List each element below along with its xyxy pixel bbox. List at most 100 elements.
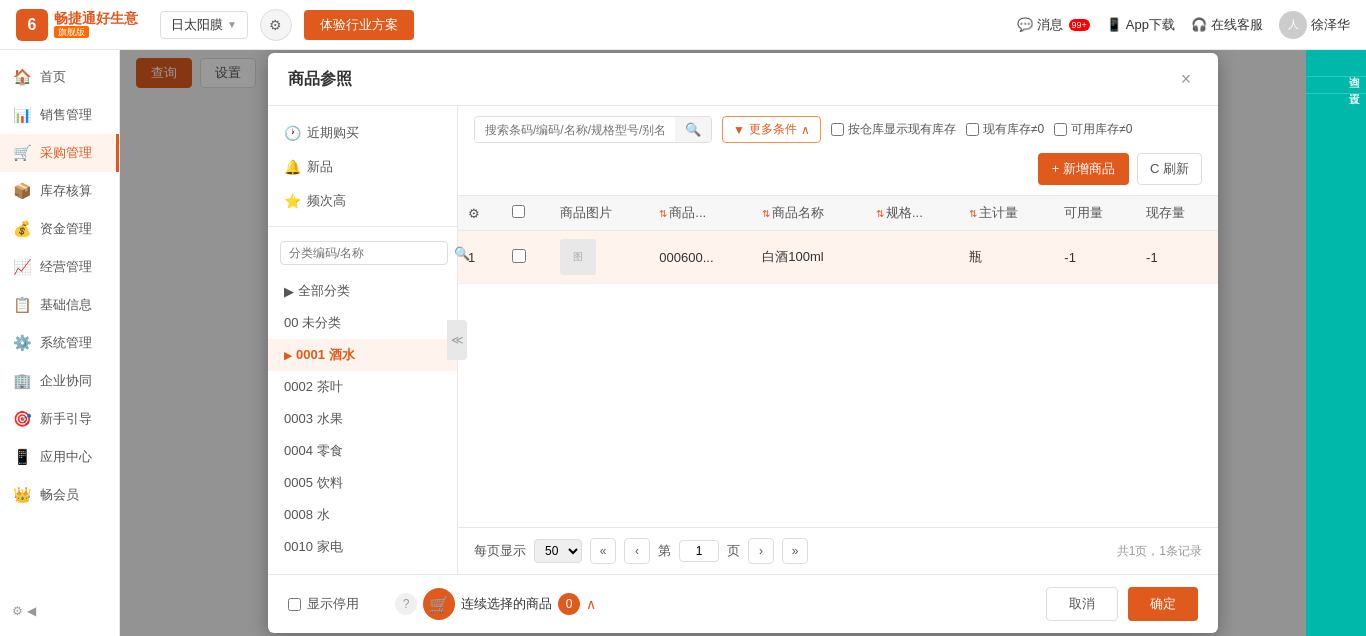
- sidebar-item-operations[interactable]: 📈 经营管理: [0, 248, 119, 286]
- stock-nonzero-checkbox[interactable]: [966, 123, 979, 136]
- category-0003[interactable]: 0003 水果: [268, 403, 457, 435]
- help-icon[interactable]: ?: [395, 593, 417, 615]
- category-0005[interactable]: 0005 饮料: [268, 467, 457, 499]
- warehouse-checkbox-group[interactable]: 按仓库显示现有库存: [831, 121, 956, 138]
- app-download-item[interactable]: 📱 App下载: [1106, 16, 1175, 34]
- category-0010[interactable]: 0010 家电: [268, 531, 457, 563]
- show-disabled-checkbox[interactable]: [288, 598, 301, 611]
- panel-collapse-btn[interactable]: ≪: [447, 320, 467, 360]
- show-disabled-label[interactable]: 显示停用: [288, 595, 359, 613]
- modal-close-btn[interactable]: ×: [1174, 67, 1198, 91]
- cell-checkbox[interactable]: [502, 231, 549, 284]
- cart-collapse-btn[interactable]: ∧: [586, 596, 596, 612]
- system-icon: ⚙️: [12, 334, 32, 352]
- sidebar-item-system[interactable]: ⚙️ 系统管理: [0, 324, 119, 362]
- refresh-btn[interactable]: C 刷新: [1137, 153, 1202, 185]
- quick-item-new[interactable]: 🔔 新品: [268, 150, 457, 184]
- teal-query-btn[interactable]: 查询: [1306, 60, 1366, 77]
- th-checkbox[interactable]: [502, 196, 549, 231]
- messages-item[interactable]: 💬 消息 99+: [1017, 16, 1090, 34]
- sidebar-item-basic-info[interactable]: 📋 基础信息: [0, 286, 119, 324]
- cell-spec: [866, 231, 959, 284]
- category-list: ▶ 全部分类 00 未分类 ▶ 0001 酒水 0002 茶: [268, 271, 457, 564]
- cell-code: 000600...: [649, 231, 752, 284]
- guide-icon: 🎯: [12, 410, 32, 428]
- sort-name-icon: ⇅: [762, 208, 770, 219]
- th-code[interactable]: ⇅ 商品...: [649, 196, 752, 231]
- cart-icon[interactable]: 🛒: [423, 588, 455, 620]
- row-checkbox[interactable]: [512, 249, 526, 263]
- table-row[interactable]: 1 图 000600... 白酒100ml: [458, 231, 1218, 284]
- message-badge: 99+: [1069, 19, 1090, 31]
- stock-nonzero-checkbox-group[interactable]: 现有库存≠0: [966, 121, 1044, 138]
- message-icon: 💬: [1017, 17, 1033, 32]
- category-0002[interactable]: 0002 茶叶: [268, 371, 457, 403]
- category-0001[interactable]: ▶ 0001 酒水: [268, 339, 457, 371]
- cell-stock: -1: [1136, 231, 1218, 284]
- online-service-item[interactable]: 🎧 在线客服: [1191, 16, 1263, 34]
- sidebar-item-guide[interactable]: 🎯 新手引导: [0, 400, 119, 438]
- category-0008[interactable]: 0008 水: [268, 499, 457, 531]
- per-page-select[interactable]: 50: [534, 539, 582, 563]
- category-00[interactable]: 00 未分类: [268, 307, 457, 339]
- filter-btn[interactable]: ▼ 更多条件 ∧: [722, 116, 821, 143]
- next-page-btn[interactable]: ›: [748, 538, 774, 564]
- sidebar-item-finance[interactable]: 💰 资金管理: [0, 210, 119, 248]
- finance-icon: 💰: [12, 220, 32, 238]
- sidebar-bottom[interactable]: ⚙ ◀: [0, 594, 119, 628]
- trial-btn[interactable]: 体验行业方案: [304, 10, 414, 40]
- modal-toolbar: 🔍 ▼ 更多条件 ∧ 按仓库显示现有库存: [458, 106, 1218, 196]
- sidebar-item-purchase[interactable]: 🛒 采购管理: [0, 134, 119, 172]
- th-settings[interactable]: ⚙: [458, 196, 502, 231]
- quick-item-frequent[interactable]: ⭐ 频次高: [268, 184, 457, 218]
- cell-name: 白酒100ml: [752, 231, 866, 284]
- category-0004[interactable]: 0004 零食: [268, 435, 457, 467]
- main-layout: 🏠 首页 📊 销售管理 🛒 采购管理 📦 库存核算 💰 资金管理 📈 经营管理 …: [0, 50, 1366, 636]
- sidebar-item-sales[interactable]: 📊 销售管理: [0, 96, 119, 134]
- avatar: 人: [1279, 11, 1307, 39]
- cell-available: -1: [1054, 231, 1136, 284]
- product-search-input[interactable]: [475, 118, 675, 142]
- sidebar-item-home[interactable]: 🏠 首页: [0, 58, 119, 96]
- cell-unit: 瓶: [959, 231, 1055, 284]
- quick-item-recent[interactable]: 🕐 近期购买: [268, 116, 457, 150]
- first-page-btn[interactable]: «: [590, 538, 616, 564]
- available-nonzero-checkbox-group[interactable]: 可用库存≠0: [1054, 121, 1132, 138]
- confirm-btn[interactable]: 确定: [1128, 587, 1198, 621]
- sidebar-item-enterprise[interactable]: 🏢 企业协同: [0, 362, 119, 400]
- cancel-btn[interactable]: 取消: [1046, 587, 1118, 621]
- product-reference-modal: 商品参照 × 🕐 近期购买 🔔 新品: [268, 53, 1218, 633]
- th-unit[interactable]: ⇅ 主计量: [959, 196, 1055, 231]
- settings-icon-btn[interactable]: ⚙: [260, 9, 292, 41]
- th-spec[interactable]: ⇅ 规格...: [866, 196, 959, 231]
- store-selector[interactable]: 日太阳膜 ▼: [160, 11, 248, 39]
- warehouse-checkbox[interactable]: [831, 123, 844, 136]
- sidebar: 🏠 首页 📊 销售管理 🛒 采购管理 📦 库存核算 💰 资金管理 📈 经营管理 …: [0, 50, 120, 636]
- teal-bar: 查询 设置: [1306, 50, 1366, 636]
- page-label: 第: [658, 542, 671, 560]
- edition-badge: 旗舰版: [54, 26, 89, 38]
- th-name[interactable]: ⇅ 商品名称: [752, 196, 866, 231]
- select-all-checkbox[interactable]: [512, 205, 525, 218]
- user-area[interactable]: 人 徐泽华: [1279, 11, 1350, 39]
- sidebar-item-app-center[interactable]: 📱 应用中心: [0, 438, 119, 476]
- basic-info-icon: 📋: [12, 296, 32, 314]
- cart-count: 0: [558, 593, 580, 615]
- sort-spec-icon: ⇅: [876, 208, 884, 219]
- product-search-btn[interactable]: 🔍: [675, 117, 711, 142]
- enterprise-icon: 🏢: [12, 372, 32, 390]
- last-page-btn[interactable]: »: [782, 538, 808, 564]
- add-product-btn[interactable]: + 新增商品: [1038, 153, 1129, 185]
- th-stock: 现存量: [1136, 196, 1218, 231]
- sidebar-item-inventory[interactable]: 📦 库存核算: [0, 172, 119, 210]
- teal-settings-btn[interactable]: 设置: [1306, 77, 1366, 94]
- category-search-icon[interactable]: 🔍: [454, 246, 470, 261]
- category-search-input[interactable]: [280, 241, 448, 265]
- page-input[interactable]: [679, 540, 719, 562]
- category-all[interactable]: ▶ 全部分类: [268, 275, 457, 307]
- sidebar-item-vip[interactable]: 👑 畅会员: [0, 476, 119, 514]
- prev-page-btn[interactable]: ‹: [624, 538, 650, 564]
- vip-icon: 👑: [12, 486, 32, 504]
- sort-unit-icon: ⇅: [969, 208, 977, 219]
- available-nonzero-checkbox[interactable]: [1054, 123, 1067, 136]
